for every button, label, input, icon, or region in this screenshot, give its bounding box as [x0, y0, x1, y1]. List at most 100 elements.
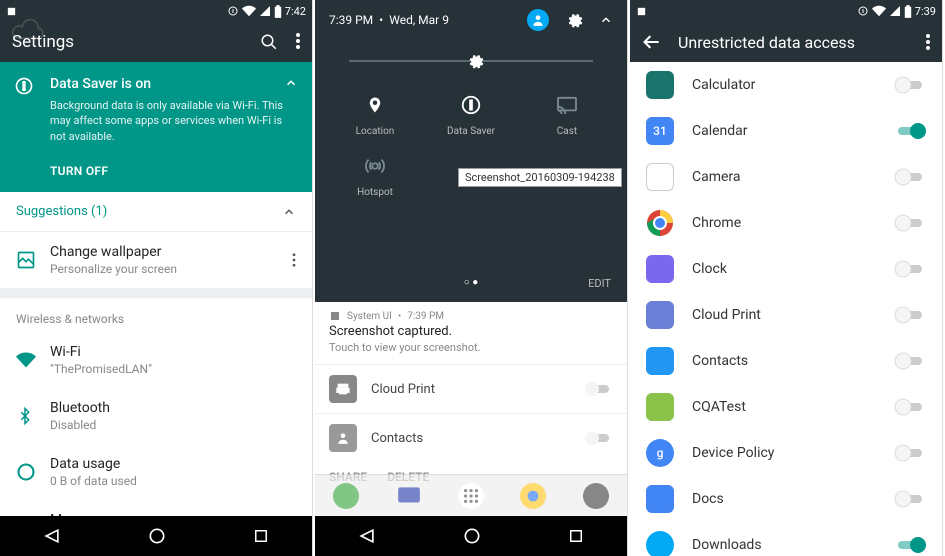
app-icon — [646, 485, 674, 513]
phone-data-access: 7:39 Unrestricted data access Calculator… — [630, 0, 943, 556]
screenshot-tooltip: Screenshot_20160309-194238 — [458, 168, 622, 187]
contacts-icon — [329, 424, 357, 452]
location-icon — [329, 92, 421, 118]
back-button[interactable] — [357, 526, 377, 546]
appbar: Settings — [0, 22, 312, 62]
overflow-icon[interactable] — [296, 33, 300, 51]
app-toggle[interactable] — [894, 444, 926, 462]
app-row[interactable]: Downloads — [630, 522, 942, 556]
app-toggle[interactable] — [894, 490, 926, 508]
app-row[interactable]: Contacts — [630, 338, 942, 384]
app-row[interactable]: Cloud Print — [630, 292, 942, 338]
share-cloud-print[interactable]: Cloud Print — [315, 364, 627, 413]
app-label: Calculator — [692, 77, 894, 93]
app-icon — [646, 209, 674, 237]
overflow-icon[interactable] — [926, 34, 930, 50]
app-list[interactable]: Calculator 31Calendar Camera Chrome Clock Clo… — [630, 62, 942, 556]
wallpaper-icon — [16, 250, 50, 270]
appbar: Unrestricted data access — [630, 22, 942, 62]
app-label: Cloud Print — [692, 307, 894, 323]
dock — [315, 474, 627, 516]
toggle-off[interactable] — [583, 381, 613, 397]
app-label: Device Policy — [692, 445, 894, 461]
share-contacts[interactable]: Contacts — [315, 413, 627, 462]
bluetooth-row[interactable]: BluetoothDisabled — [0, 388, 312, 444]
wireless-label: Wireless & networks — [0, 298, 312, 332]
app-toggle[interactable] — [894, 536, 926, 554]
page-indicator: ○ ● — [315, 277, 627, 288]
app-label: Docs — [692, 491, 894, 507]
notification-card[interactable]: System UI • 7:39 PM Screenshot captured.… — [315, 302, 627, 492]
back-button[interactable] — [42, 526, 62, 546]
nav-bar — [315, 516, 627, 556]
wifi-icon — [242, 4, 256, 18]
wifi-row[interactable]: Wi-Fi"ThePromisedLAN" — [0, 332, 312, 388]
tile-hotspot[interactable]: Hotspot — [329, 145, 421, 202]
app-row[interactable]: Calculator — [630, 62, 942, 108]
recents-button[interactable] — [252, 527, 270, 545]
app-row[interactable]: Docs — [630, 476, 942, 522]
back-arrow-icon[interactable] — [642, 32, 662, 52]
turn-off-button[interactable]: TURN OFF — [50, 164, 296, 178]
phone-settings: 7:42 Settings Data Saver is on Backgroun… — [0, 0, 313, 556]
tile-location[interactable]: Location — [329, 84, 421, 141]
app-row[interactable]: g Device Policy — [630, 430, 942, 476]
tile-cast[interactable]: Cast — [521, 84, 613, 141]
banner-title: Data Saver is on — [50, 76, 296, 92]
data-usage-icon — [16, 462, 50, 482]
qs-date: Wed, Mar 9 — [389, 13, 449, 27]
settings-icon[interactable] — [565, 11, 583, 29]
messages-icon[interactable] — [396, 483, 422, 509]
camera-icon[interactable] — [583, 483, 609, 509]
app-row[interactable]: Chrome — [630, 200, 942, 246]
app-toggle[interactable] — [894, 214, 926, 232]
app-toggle[interactable] — [894, 260, 926, 278]
brightness-slider[interactable] — [349, 48, 593, 74]
settings-status-icon — [857, 5, 869, 17]
tile-data-saver[interactable]: Data Saver — [425, 84, 517, 141]
data-saver-banner[interactable]: Data Saver is on Background data is only… — [0, 62, 312, 192]
app-row[interactable]: 31Calendar — [630, 108, 942, 154]
app-row[interactable]: Camera — [630, 154, 942, 200]
change-wallpaper-row[interactable]: Change wallpaper Personalize your screen — [0, 231, 312, 288]
app-toggle[interactable] — [894, 352, 926, 370]
notification-icon — [636, 6, 647, 17]
qs-time: 7:39 PM — [329, 13, 373, 27]
status-time: 7:39 — [915, 5, 936, 18]
chevron-up-icon[interactable] — [284, 76, 298, 90]
app-row[interactable]: CQATest — [630, 384, 942, 430]
status-bar: 7:39 — [630, 0, 942, 22]
app-icon — [646, 393, 674, 421]
app-toggle[interactable] — [894, 122, 926, 140]
edit-button[interactable]: EDIT — [588, 277, 611, 290]
user-avatar[interactable] — [527, 9, 549, 31]
home-button[interactable] — [147, 526, 167, 546]
app-label: CQATest — [692, 399, 894, 415]
app-icon: g — [646, 439, 674, 467]
cloud-print-icon — [329, 375, 357, 403]
app-label: Contacts — [692, 353, 894, 369]
search-icon[interactable] — [260, 33, 278, 51]
battery-icon — [904, 5, 912, 18]
app-icon — [646, 255, 674, 283]
app-label: Camera — [692, 169, 894, 185]
recents-button[interactable] — [567, 527, 585, 545]
toggle-off[interactable] — [583, 430, 613, 446]
app-toggle[interactable] — [894, 398, 926, 416]
suggestions-header[interactable]: Suggestions (1) — [0, 192, 312, 231]
signal-icon — [889, 5, 901, 17]
app-row[interactable]: Clock — [630, 246, 942, 292]
chrome-icon[interactable] — [520, 483, 546, 509]
app-label: Chrome — [692, 215, 894, 231]
apps-icon[interactable] — [458, 483, 484, 509]
phone-icon[interactable] — [333, 483, 359, 509]
chevron-up-icon[interactable] — [599, 13, 613, 27]
overflow-icon[interactable] — [292, 253, 296, 267]
home-button[interactable] — [462, 526, 482, 546]
data-usage-row[interactable]: Data usage0 B of data used — [0, 444, 312, 500]
app-toggle[interactable] — [894, 76, 926, 94]
chevron-up-icon — [282, 205, 296, 219]
app-toggle[interactable] — [894, 306, 926, 324]
app-toggle[interactable] — [894, 168, 926, 186]
nav-bar — [0, 516, 312, 556]
